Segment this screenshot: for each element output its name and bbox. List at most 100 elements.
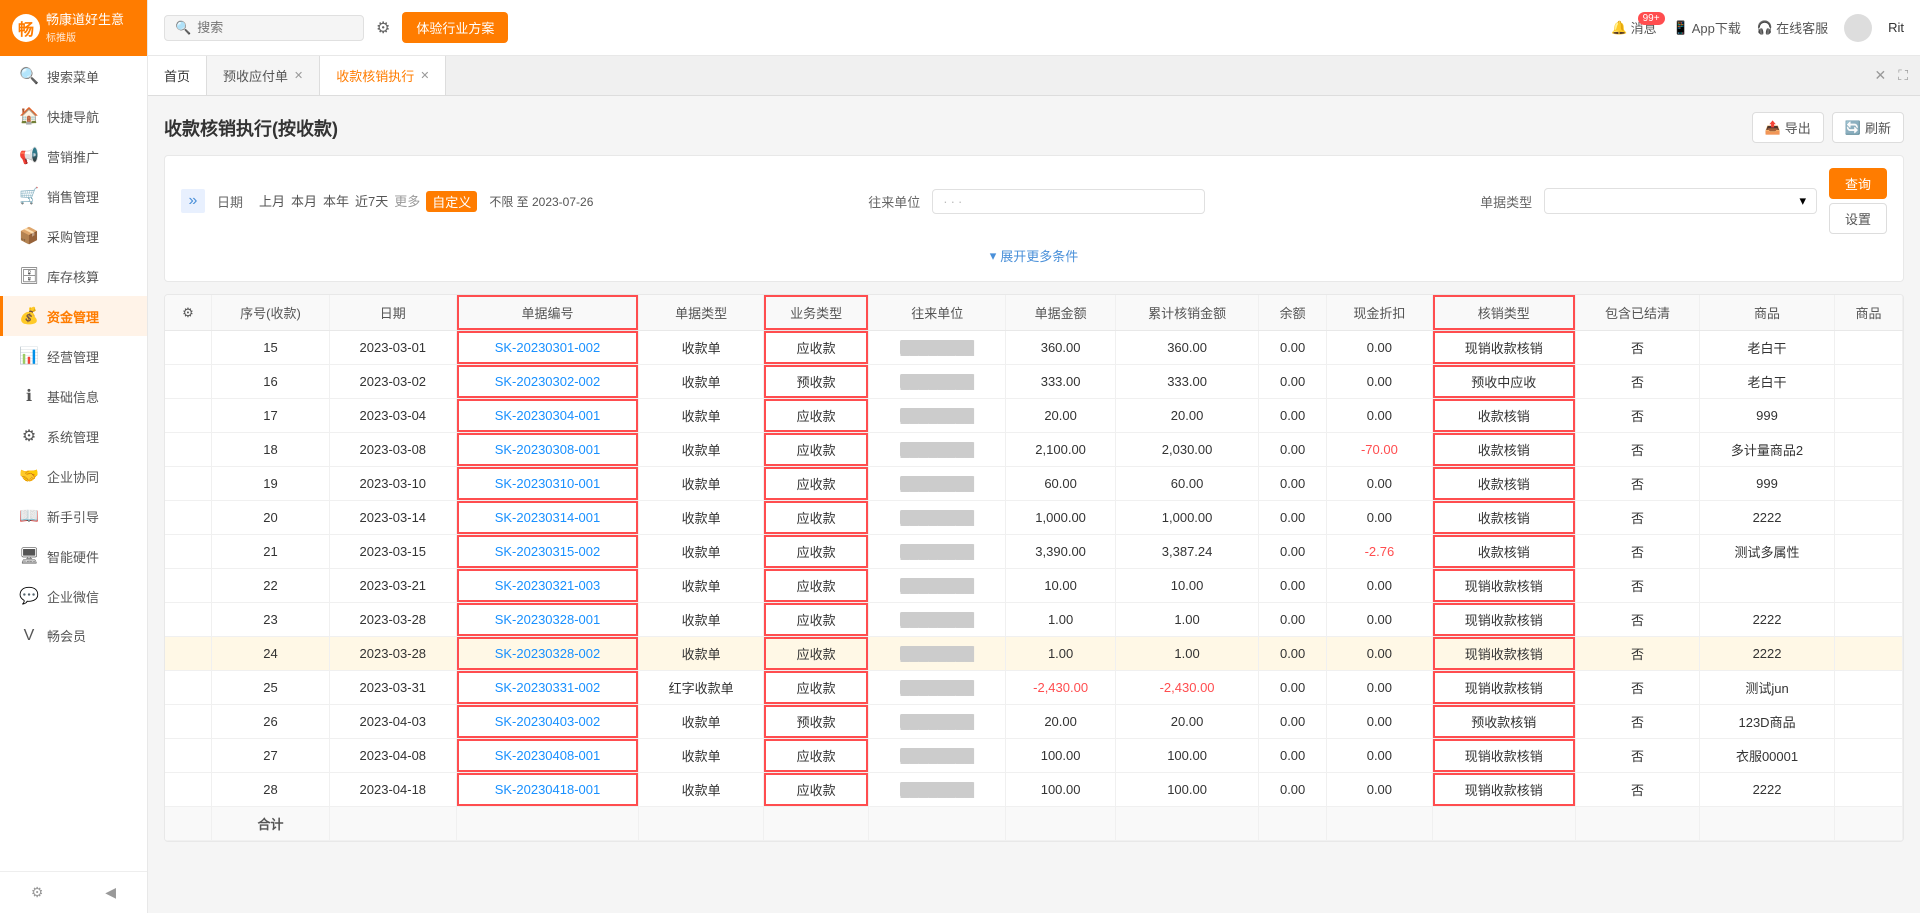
sidebar-item-sales[interactable]: 🛒销售管理	[0, 176, 147, 216]
notification-btn[interactable]: 🔔 消息 99+	[1611, 18, 1656, 37]
sidebar-item-guide[interactable]: 📖新手引导	[0, 496, 147, 536]
filter-setting-btn[interactable]: 设置	[1829, 203, 1887, 234]
bill-no-link[interactable]: SK-20230321-003	[495, 578, 601, 593]
cell-accumulated: 3,387.24	[1116, 535, 1259, 569]
table-row: 242023-03-28SK-20230328-002收款单应收款███████…	[165, 637, 1903, 671]
avatar[interactable]	[1844, 14, 1872, 42]
export-button[interactable]: 📤 导出	[1752, 112, 1824, 143]
settings-icon[interactable]: ⚙	[376, 18, 390, 38]
cell-balance: 0.00	[1259, 331, 1327, 365]
cell-amount: -2,430.00	[1006, 671, 1116, 705]
bill-no-link[interactable]: SK-20230310-001	[495, 476, 601, 491]
sidebar-item-purchase[interactable]: 📦采购管理	[0, 216, 147, 256]
marketing-icon: 📢	[19, 146, 39, 166]
sidebar-collapse-icon[interactable]: ◀	[97, 880, 124, 905]
bill-no-link[interactable]: SK-20230315-002	[495, 544, 601, 559]
cell-bill_no[interactable]: SK-20230304-001	[456, 399, 639, 433]
tab-payable[interactable]: 预收应付单✕	[207, 56, 320, 95]
date-lastmonth[interactable]: 上月	[259, 191, 285, 212]
sidebar-item-base[interactable]: ℹ基础信息	[0, 376, 147, 416]
sidebar-item-quicknav[interactable]: 🏠快捷导航	[0, 96, 147, 136]
tab-receipt[interactable]: 收款核销执行✕	[320, 56, 446, 95]
maximize-icon[interactable]: ⛶	[1894, 65, 1912, 86]
cell-counterparty: ████████	[869, 739, 1006, 773]
cell-bill_no[interactable]: SK-20230418-001	[456, 773, 639, 807]
sidebar-item-hardware[interactable]: 🖥智能硬件	[0, 536, 147, 576]
sidebar-item-corp[interactable]: 🤝企业协同	[0, 456, 147, 496]
user-name: Rit	[1888, 20, 1904, 35]
sidebar-item-inventory[interactable]: 🗄库存核算	[0, 256, 147, 296]
tab-close-payable[interactable]: ✕	[294, 69, 303, 82]
close-icon[interactable]: ✕	[1870, 65, 1890, 86]
voucher-type-select[interactable]: ▾	[1544, 188, 1817, 214]
tab-close-receipt[interactable]: ✕	[420, 69, 429, 82]
cell-bill_no[interactable]: SK-20230315-002	[456, 535, 639, 569]
sidebar-item-system[interactable]: ⚙系统管理	[0, 416, 147, 456]
cell-bill_type: 收款单	[639, 365, 763, 399]
cell-bill_no[interactable]: SK-20230331-002	[456, 671, 639, 705]
cell-bill_no[interactable]: SK-20230301-002	[456, 331, 639, 365]
cell-bill_no[interactable]: SK-20230408-001	[456, 739, 639, 773]
sidebar-item-marketing[interactable]: 📢营销推广	[0, 136, 147, 176]
inventory-icon: 🗄	[19, 266, 39, 286]
counterparty-input[interactable]: ···	[932, 189, 1205, 214]
cell-bill_no[interactable]: SK-20230403-002	[456, 705, 639, 739]
sidebar-item-wechat[interactable]: 💬企业微信	[0, 576, 147, 616]
sidebar-settings-icon[interactable]: ⚙	[23, 880, 52, 905]
cell-bill_type: 收款单	[639, 739, 763, 773]
topbar-search-wrap: 🔍	[164, 15, 364, 41]
cell-bill_no[interactable]: SK-20230302-002	[456, 365, 639, 399]
cell-bill_no[interactable]: SK-20230328-001	[456, 603, 639, 637]
cell-bill_no[interactable]: SK-20230310-001	[456, 467, 639, 501]
bill-no-link[interactable]: SK-20230418-001	[495, 782, 601, 797]
bill-no-link[interactable]: SK-20230403-002	[495, 714, 601, 729]
solution-button[interactable]: 体验行业方案	[402, 12, 508, 43]
expand-more-btn[interactable]: ▾ 展开更多条件	[181, 242, 1887, 269]
date-custom[interactable]: 自定义	[426, 191, 477, 212]
cell-product2	[1834, 773, 1902, 807]
refresh-button[interactable]: 🔄 刷新	[1832, 112, 1904, 143]
tab-home[interactable]: 首页	[148, 56, 207, 95]
date-thismonth[interactable]: 本月	[291, 191, 317, 212]
bill-no-link[interactable]: SK-20230328-001	[495, 612, 601, 627]
sidebar-item-finance[interactable]: 💰资金管理	[0, 296, 147, 336]
blurred-counterparty: ████████	[900, 476, 974, 491]
sidebar-item-search[interactable]: 🔍搜索菜单	[0, 56, 147, 96]
bill-no-link[interactable]: SK-20230301-002	[495, 340, 601, 355]
bill-no-link[interactable]: SK-20230328-002	[495, 646, 601, 661]
cell-product1	[1700, 569, 1835, 603]
cell-balance: 0.00	[1259, 603, 1327, 637]
cell-bill_no[interactable]: SK-20230328-002	[456, 637, 639, 671]
footer-cell-bill_type	[639, 807, 763, 841]
sidebar-item-operation[interactable]: 📊经营管理	[0, 336, 147, 376]
app-download-link[interactable]: 📱 App下载	[1673, 18, 1741, 37]
filter-toggle-btn[interactable]: »	[181, 189, 205, 213]
support-link[interactable]: 🎧 在线客服	[1757, 18, 1828, 37]
bill-no-link[interactable]: SK-20230408-001	[495, 748, 601, 763]
bill-no-link[interactable]: SK-20230314-001	[495, 510, 601, 525]
bill-no-link[interactable]: SK-20230308-001	[495, 442, 601, 457]
date-more[interactable]: 更多	[394, 191, 420, 212]
sidebar-label-base: 基础信息	[47, 387, 99, 406]
cell-amount: 2,100.00	[1006, 433, 1116, 467]
cell-bill_no[interactable]: SK-20230321-003	[456, 569, 639, 603]
query-button[interactable]: 查询	[1829, 168, 1887, 199]
cell-gear	[165, 535, 211, 569]
cell-counterparty: ████████	[869, 705, 1006, 739]
date-7days[interactable]: 近7天	[355, 191, 388, 212]
bill-no-link[interactable]: SK-20230304-001	[495, 408, 601, 423]
cell-counterparty: ████████	[869, 569, 1006, 603]
sidebar-item-member[interactable]: V畅会员	[0, 616, 147, 655]
cell-bill_no[interactable]: SK-20230308-001	[456, 433, 639, 467]
date-thisyear[interactable]: 本年	[323, 191, 349, 212]
search-input[interactable]	[197, 20, 337, 35]
col-header-date: 日期	[330, 295, 456, 331]
cell-num: 18	[211, 433, 329, 467]
cell-balance: 0.00	[1259, 705, 1327, 739]
cell-gear	[165, 331, 211, 365]
bill-no-link[interactable]: SK-20230302-002	[495, 374, 601, 389]
cell-counterparty: ████████	[869, 399, 1006, 433]
bill-no-link[interactable]: SK-20230331-002	[495, 680, 601, 695]
cell-counterparty: ████████	[869, 603, 1006, 637]
cell-bill_no[interactable]: SK-20230314-001	[456, 501, 639, 535]
